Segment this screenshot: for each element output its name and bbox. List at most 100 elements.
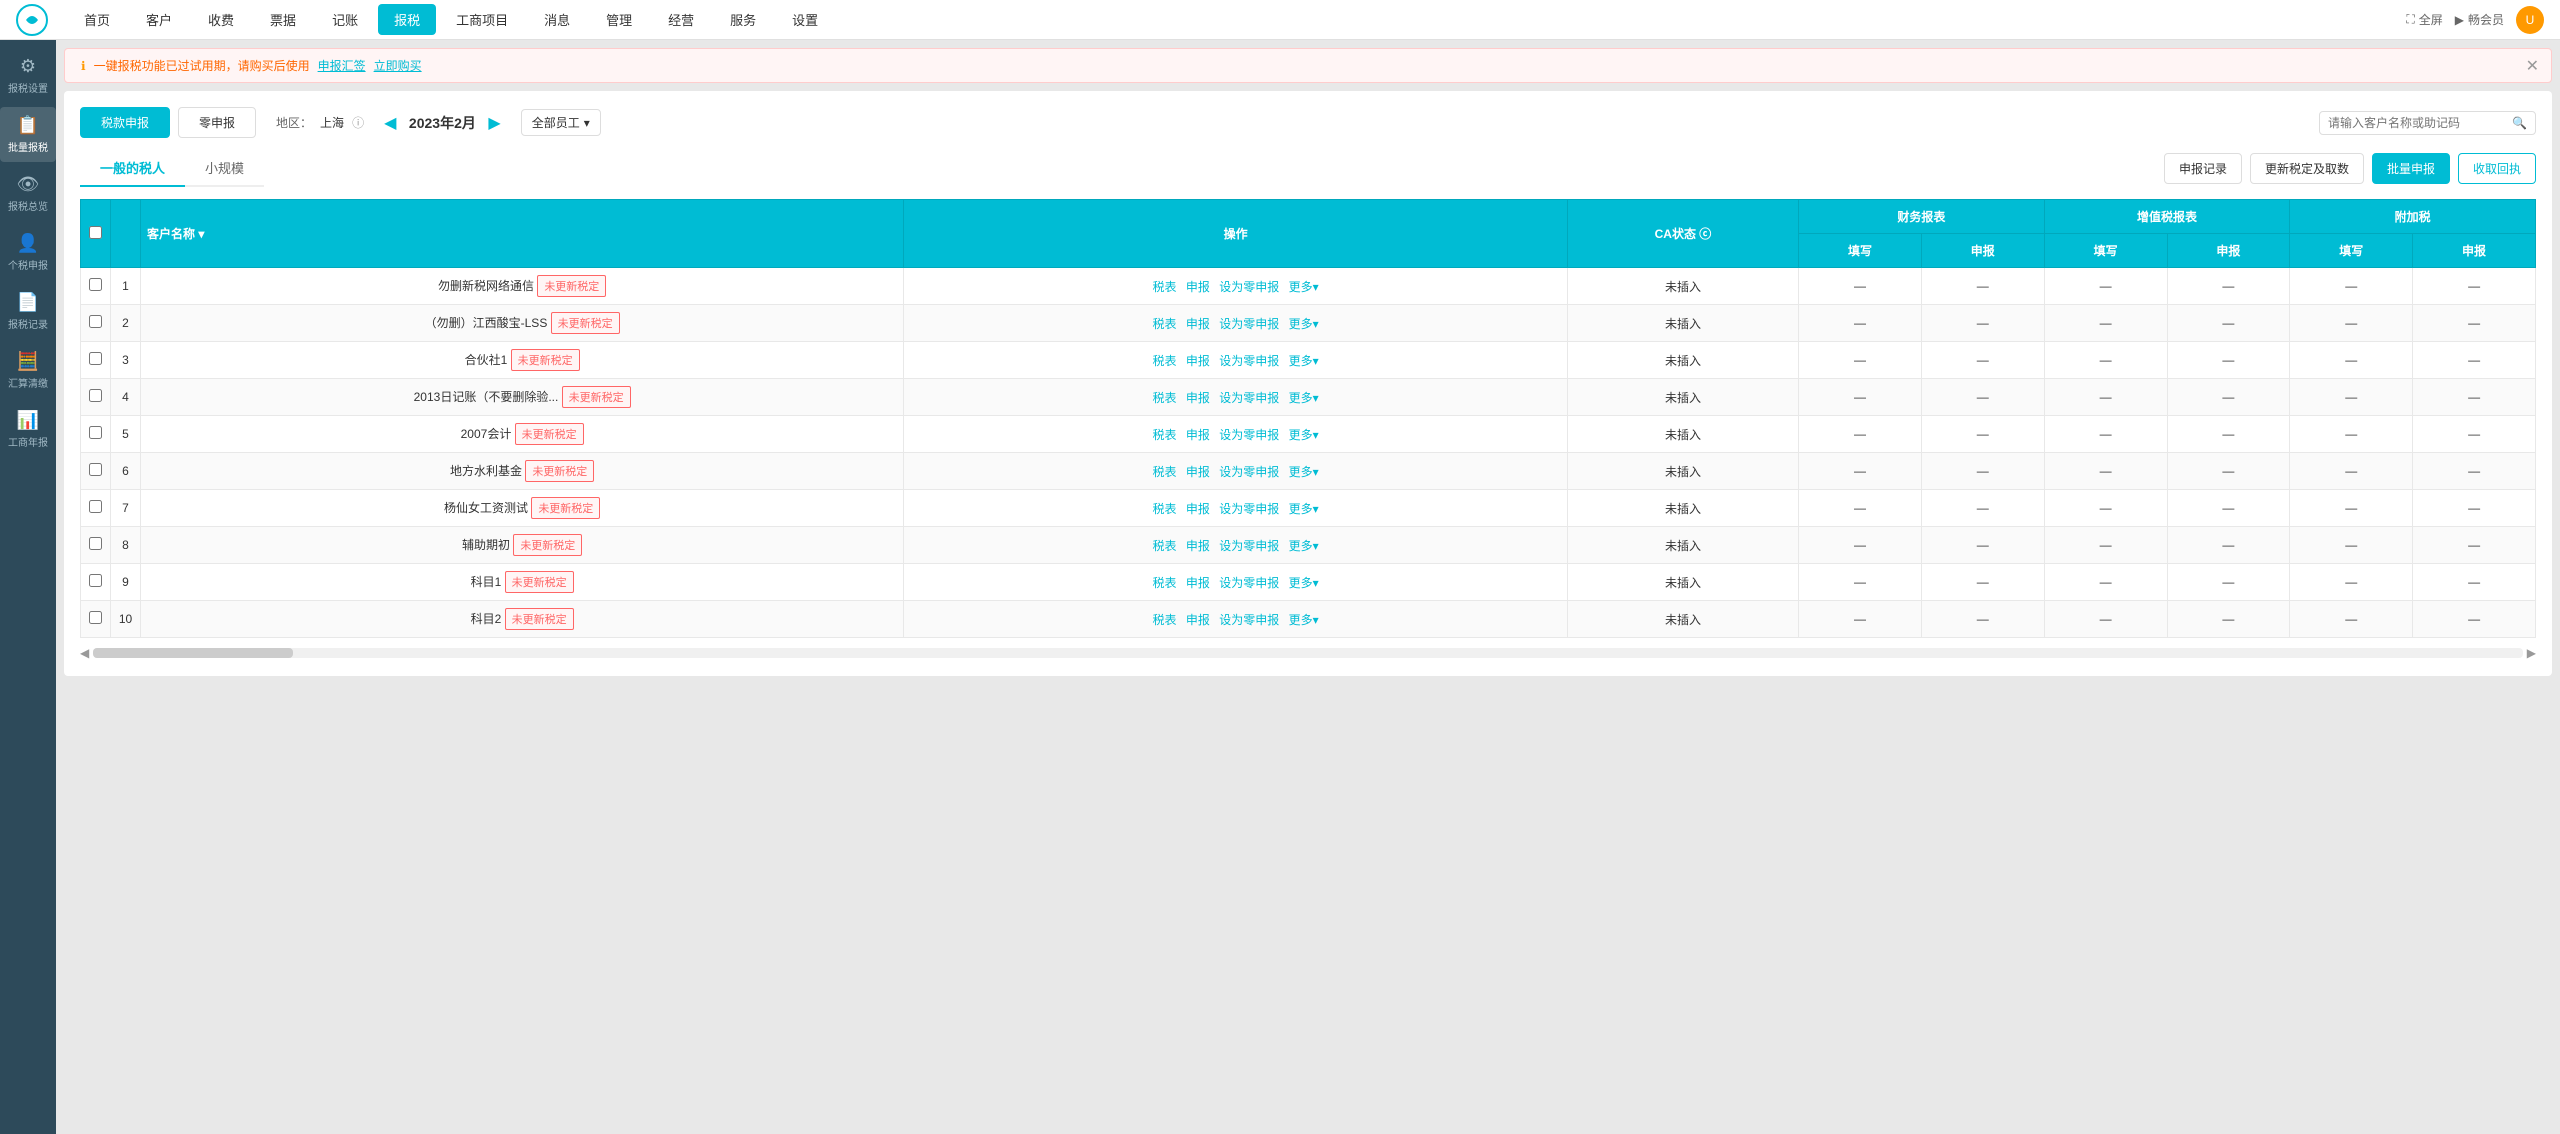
op-tax-table[interactable]: 税表: [1153, 317, 1177, 331]
op-zero-declare[interactable]: 设为零申报: [1219, 391, 1279, 405]
nav-message[interactable]: 消息: [528, 4, 586, 35]
row-checkbox-6[interactable]: [89, 500, 102, 513]
row-add-fill: —: [2290, 564, 2413, 601]
op-declare[interactable]: 申报: [1186, 428, 1210, 442]
op-declare[interactable]: 申报: [1186, 613, 1210, 627]
op-declare[interactable]: 申报: [1186, 539, 1210, 553]
row-add-fill: —: [2290, 453, 2413, 490]
region-info-icon[interactable]: ⓘ: [352, 114, 364, 131]
tab-small-scale[interactable]: 小规模: [185, 150, 264, 187]
op-tax-table[interactable]: 税表: [1153, 539, 1177, 553]
row-checkbox-9[interactable]: [89, 611, 102, 624]
op-zero-declare[interactable]: 设为零申报: [1219, 317, 1279, 331]
tab-general-taxpayer[interactable]: 一般的税人: [80, 150, 185, 187]
nav-manage[interactable]: 管理: [590, 4, 648, 35]
nav-home[interactable]: 首页: [68, 4, 126, 35]
sidebar-item-tax-record[interactable]: 📄 报税记录: [0, 284, 56, 339]
op-zero-declare[interactable]: 设为零申报: [1219, 280, 1279, 294]
op-more[interactable]: 更多▾: [1289, 428, 1319, 442]
op-tax-table[interactable]: 税表: [1153, 428, 1177, 442]
op-declare[interactable]: 申报: [1186, 576, 1210, 590]
op-more[interactable]: 更多▾: [1289, 280, 1319, 294]
op-declare[interactable]: 申报: [1186, 317, 1210, 331]
collect-receipt-button[interactable]: 收取回执: [2458, 153, 2536, 184]
op-more[interactable]: 更多▾: [1289, 354, 1319, 368]
sidebar-item-batch-tax[interactable]: 📋 批量报税: [0, 107, 56, 162]
op-zero-declare[interactable]: 设为零申报: [1219, 428, 1279, 442]
nav-ledger[interactable]: 记账: [316, 4, 374, 35]
op-declare[interactable]: 申报: [1186, 391, 1210, 405]
sidebar-item-annual-report[interactable]: 📊 工商年报: [0, 402, 56, 457]
row-checkbox-5[interactable]: [89, 463, 102, 476]
scrollbar-thumb[interactable]: [93, 648, 293, 658]
row-checkbox-2[interactable]: [89, 352, 102, 365]
op-more[interactable]: 更多▾: [1289, 391, 1319, 405]
nav-settings[interactable]: 设置: [776, 4, 834, 35]
op-tax-table[interactable]: 税表: [1153, 502, 1177, 516]
row-checkbox-3[interactable]: [89, 389, 102, 402]
op-declare[interactable]: 申报: [1186, 502, 1210, 516]
next-month-button[interactable]: ▶: [488, 113, 500, 133]
member-button[interactable]: ▶ 畅会员: [2455, 11, 2504, 28]
tab-tax-declaration[interactable]: 税款申报: [80, 107, 170, 138]
nav-invoice[interactable]: 票据: [254, 4, 312, 35]
op-zero-declare[interactable]: 设为零申报: [1219, 539, 1279, 553]
nav-fee[interactable]: 收费: [192, 4, 250, 35]
op-tax-table[interactable]: 税表: [1153, 391, 1177, 405]
prev-month-button[interactable]: ◀: [384, 113, 396, 133]
sidebar-item-tax-settings[interactable]: ⚙ 报税设置: [0, 48, 56, 103]
fullscreen-button[interactable]: ⛶ 全屏: [2406, 11, 2442, 28]
row-add-fill: —: [2290, 379, 2413, 416]
op-more[interactable]: 更多▾: [1289, 576, 1319, 590]
nav-tax[interactable]: 报税: [378, 4, 436, 35]
nav-service[interactable]: 服务: [714, 4, 772, 35]
nav-operation[interactable]: 经营: [652, 4, 710, 35]
tab-zero-declaration[interactable]: 零申报: [178, 107, 256, 138]
region-label: 地区：: [276, 114, 312, 131]
sidebar-item-tax-overview[interactable]: 👁 报税总览: [0, 166, 56, 221]
row-checkbox-8[interactable]: [89, 574, 102, 587]
row-checkbox-7[interactable]: [89, 537, 102, 550]
main-content: ℹ 一键报税功能已过试用期，请购买后使用 申报汇签 立即购买 ✕ 税款申报 零申…: [56, 40, 2560, 1134]
banner-close-button[interactable]: ✕: [2526, 56, 2539, 76]
op-tax-table[interactable]: 税表: [1153, 613, 1177, 627]
user-avatar[interactable]: U: [2516, 6, 2544, 34]
select-all-checkbox[interactable]: [89, 226, 102, 239]
nav-business[interactable]: 工商项目: [440, 4, 524, 35]
op-zero-declare[interactable]: 设为零申报: [1219, 465, 1279, 479]
op-tax-table[interactable]: 税表: [1153, 354, 1177, 368]
row-checkbox-1[interactable]: [89, 315, 102, 328]
op-tax-table[interactable]: 税表: [1153, 280, 1177, 294]
op-more[interactable]: 更多▾: [1289, 502, 1319, 516]
sidebar-item-personal-tax[interactable]: 👤 个税申报: [0, 225, 56, 280]
op-zero-declare[interactable]: 设为零申报: [1219, 613, 1279, 627]
op-more[interactable]: 更多▾: [1289, 317, 1319, 331]
batch-declare-button[interactable]: 批量申报: [2372, 153, 2450, 184]
op-zero-declare[interactable]: 设为零申报: [1219, 576, 1279, 590]
op-more[interactable]: 更多▾: [1289, 613, 1319, 627]
op-declare[interactable]: 申报: [1186, 280, 1210, 294]
op-tax-table[interactable]: 税表: [1153, 465, 1177, 479]
sidebar-item-settlement[interactable]: 🧮 汇算清缴: [0, 343, 56, 398]
op-zero-declare[interactable]: 设为零申报: [1219, 354, 1279, 368]
op-declare[interactable]: 申报: [1186, 354, 1210, 368]
op-tax-table[interactable]: 税表: [1153, 576, 1177, 590]
nav-client[interactable]: 客户: [130, 4, 188, 35]
dept-selector[interactable]: 全部员工 ▾: [521, 109, 601, 136]
row-ca-status: 未插入: [1567, 305, 1798, 342]
search-icon[interactable]: 🔍: [2512, 116, 2527, 130]
search-input[interactable]: [2328, 116, 2508, 130]
row-checkbox-4[interactable]: [89, 426, 102, 439]
op-declare[interactable]: 申报: [1186, 465, 1210, 479]
update-tax-button[interactable]: 更新税定及取数: [2250, 153, 2364, 184]
row-checkbox-0[interactable]: [89, 278, 102, 291]
app-logo[interactable]: [16, 4, 48, 36]
declaration-record-button[interactable]: 申报记录: [2164, 153, 2242, 184]
scroll-right-arrow[interactable]: ▶: [2527, 646, 2536, 660]
banner-link-buy[interactable]: 立即购买: [374, 57, 422, 74]
scroll-left-arrow[interactable]: ◀: [80, 646, 89, 660]
op-more[interactable]: 更多▾: [1289, 539, 1319, 553]
banner-link-submit[interactable]: 申报汇签: [318, 57, 366, 74]
op-zero-declare[interactable]: 设为零申报: [1219, 502, 1279, 516]
op-more[interactable]: 更多▾: [1289, 465, 1319, 479]
